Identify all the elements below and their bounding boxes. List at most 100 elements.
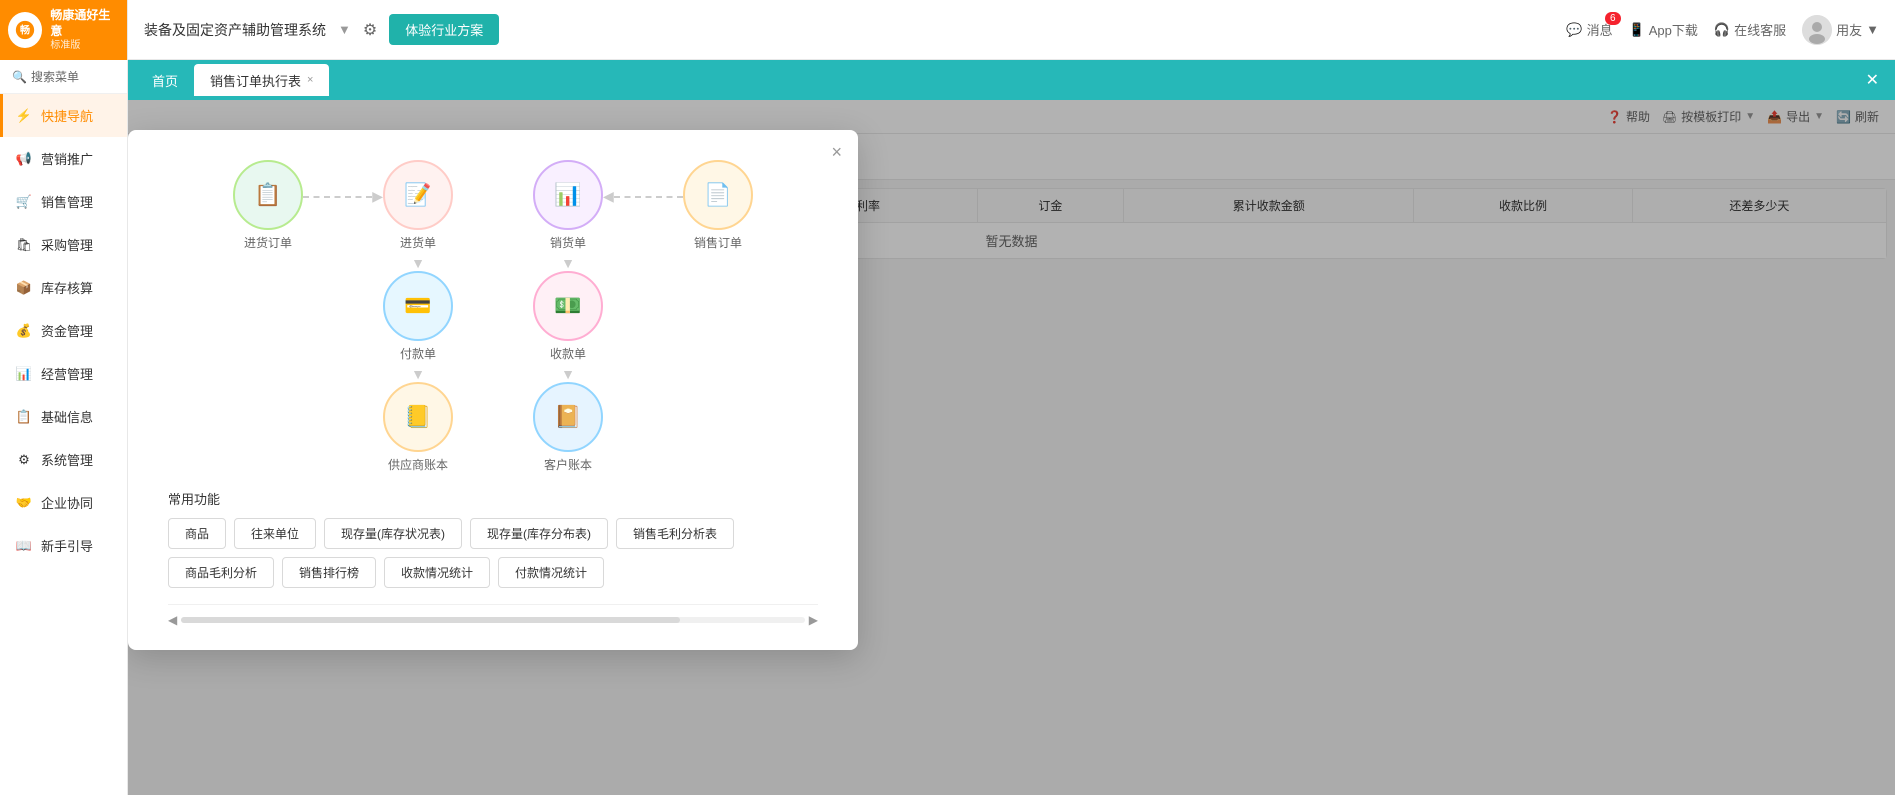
- sidebar-item-quick-nav[interactable]: ⚡ 快捷导航: [0, 94, 127, 137]
- payment-node: 💳 付款单: [383, 271, 453, 362]
- scroll-left[interactable]: ◀: [168, 613, 177, 627]
- content-area: ❓ 帮助 🖨 按模板打印 ▼ 📤 导出 ▼ 🔄 刷新: [128, 100, 1895, 795]
- flow-arrow-row2: ▼ ▼: [168, 366, 818, 382]
- func-btn-goods-margin[interactable]: 商品毛利分析: [168, 557, 274, 588]
- sidebar-item-operations[interactable]: 📊 经营管理: [0, 352, 127, 395]
- func-btn-payment-stats[interactable]: 付款情况统计: [498, 557, 604, 588]
- service-icon: 🎧: [1714, 22, 1730, 38]
- func-btn-receipt-stats[interactable]: 收款情况统计: [384, 557, 490, 588]
- sidebar-item-finance[interactable]: 💰 资金管理: [0, 309, 127, 352]
- scroll-right[interactable]: ▶: [809, 613, 818, 627]
- supplier-ledger-icon: 📒: [383, 382, 453, 452]
- system-icon: ⚙: [15, 451, 33, 469]
- sidebar-item-sales[interactable]: 🛒 销售管理: [0, 180, 127, 223]
- modal-overlay[interactable]: × 📋 进货订单 ▶: [128, 100, 1895, 795]
- marketing-icon: 📢: [15, 150, 33, 168]
- sidebar-item-label: 经营管理: [41, 364, 93, 383]
- user-avatar: [1802, 15, 1832, 45]
- sidebar-item-marketing[interactable]: 📢 营销推广: [0, 137, 127, 180]
- user-dropdown-arrow: ▼: [1866, 22, 1879, 37]
- receipt-label: 收款单: [550, 345, 586, 362]
- tab-bar-close[interactable]: ✕: [1858, 70, 1887, 90]
- spacer-d: [603, 255, 683, 271]
- rec-down-arrow: ▼: [533, 366, 603, 382]
- flow-diagram: 📋 进货订单 ▶ 📝 进货单: [168, 160, 818, 473]
- common-funcs-title: 常用功能: [168, 489, 818, 508]
- sidebar-item-purchase[interactable]: 🛍 采购管理: [0, 223, 127, 266]
- purchase-icon: 🛍: [15, 236, 33, 254]
- spacer-o: [683, 366, 753, 382]
- purchase-order-node: 📋 进货订单: [233, 160, 303, 251]
- message-icon: 💬: [1566, 22, 1582, 38]
- customer-ledger-label: 客户账本: [544, 456, 592, 473]
- sidebar-item-label: 系统管理: [41, 450, 93, 469]
- message-button[interactable]: 💬 消息 6: [1566, 20, 1612, 39]
- finance-icon: 💰: [15, 322, 33, 340]
- purchase-bill-label: 进货单: [400, 234, 436, 251]
- try-button[interactable]: 体验行业方案: [389, 14, 499, 45]
- flow-top-row: 📋 进货订单 ▶ 📝 进货单: [168, 160, 818, 251]
- app-download-label: App下载: [1649, 20, 1698, 39]
- search-label: 搜索菜单: [31, 68, 79, 85]
- scrollbar-thumb[interactable]: [181, 617, 680, 623]
- logo-text: 畅康通好生意 标准版: [50, 8, 119, 52]
- sales-order-node: 📄 销售订单: [683, 160, 753, 251]
- spacer-k: [233, 366, 303, 382]
- func-btn-sales-margin[interactable]: 销售毛利分析表: [616, 518, 734, 549]
- purchase-order-icon: 📋: [233, 160, 303, 230]
- spacer-c: [453, 255, 533, 271]
- arrow-so-sb: ◀: [603, 188, 683, 205]
- func-btn-sales-rank[interactable]: 销售排行榜: [282, 557, 376, 588]
- sidebar-item-label: 销售管理: [41, 192, 93, 211]
- flow-bot-row: 📒 供应商账本 📔 客户账本: [168, 382, 818, 473]
- arrow-po-pb: ▶: [303, 188, 383, 205]
- sidebar-search[interactable]: 🔍 搜索菜单: [0, 60, 127, 94]
- sidebar-item-label: 采购管理: [41, 235, 93, 254]
- func-btn-stock-dist[interactable]: 现存量(库存分布表): [470, 518, 608, 549]
- app-download-button[interactable]: 📱 App下载: [1629, 20, 1698, 39]
- online-service-button[interactable]: 🎧 在线客服: [1714, 20, 1786, 39]
- sales-bill-node: 📊 销货单: [533, 160, 603, 251]
- flow-modal: × 📋 进货订单 ▶: [128, 130, 858, 650]
- app-icon: 📱: [1629, 22, 1645, 38]
- flow-mid-row: 💳 付款单 💵 收款单: [168, 271, 818, 362]
- func-btn-counterparty[interactable]: 往来单位: [234, 518, 316, 549]
- modal-close-button[interactable]: ×: [831, 142, 842, 163]
- receipt-icon: 💵: [533, 271, 603, 341]
- dropdown-arrow[interactable]: ▼: [338, 22, 351, 37]
- operations-icon: 📊: [15, 365, 33, 383]
- tab-home[interactable]: 首页: [136, 64, 194, 96]
- sales-bill-icon: 📊: [533, 160, 603, 230]
- sidebar-item-label: 基础信息: [41, 407, 93, 426]
- sidebar-item-inventory[interactable]: 📦 库存核算: [0, 266, 127, 309]
- tab-sales-order-label: 销售订单执行表: [210, 71, 301, 90]
- top-header: 装备及固定资产辅助管理系统 ▼ ⚙ 体验行业方案 💬 消息 6 📱 App下载 …: [128, 0, 1895, 60]
- sidebar-item-basic-info[interactable]: 📋 基础信息: [0, 395, 127, 438]
- sidebar-item-label: 快捷导航: [41, 106, 93, 125]
- sidebar-item-label: 企业协同: [41, 493, 93, 512]
- sidebar-item-guide[interactable]: 📖 新手引导: [0, 524, 127, 567]
- quick-nav-icon: ⚡: [15, 107, 33, 125]
- spacer-b: [303, 255, 383, 271]
- func-btn-goods[interactable]: 商品: [168, 518, 226, 549]
- tab-home-label: 首页: [152, 71, 178, 90]
- tab-sales-order[interactable]: 销售订单执行表 ×: [194, 64, 329, 96]
- modal-scrollbar: ◀ ▶: [168, 604, 818, 627]
- tab-close-icon[interactable]: ×: [307, 74, 313, 86]
- func-btn-stock-status[interactable]: 现存量(库存状况表): [324, 518, 462, 549]
- pb-down-arrow: ▼: [383, 255, 453, 271]
- gear-settings[interactable]: ⚙: [363, 20, 377, 40]
- sidebar-item-system[interactable]: ⚙ 系统管理: [0, 438, 127, 481]
- enterprise-icon: 🤝: [15, 494, 33, 512]
- scrollbar-track[interactable]: [181, 617, 805, 623]
- sidebar-item-enterprise[interactable]: 🤝 企业协同: [0, 481, 127, 524]
- sb-down-arrow: ▼: [533, 255, 603, 271]
- sidebar-item-label: 营销推广: [41, 149, 93, 168]
- common-functions: 常用功能 商品 往来单位 现存量(库存状况表) 现存量(库存分布表) 销售毛利分…: [168, 489, 818, 588]
- user-menu[interactable]: 用友 ▼: [1802, 15, 1879, 45]
- user-name: 用友: [1836, 20, 1862, 39]
- customer-ledger-node: 📔 客户账本: [533, 382, 603, 473]
- spacer-m: [453, 366, 533, 382]
- flow-arrow-row1: ▼ ▼: [168, 255, 818, 271]
- main-area: 装备及固定资产辅助管理系统 ▼ ⚙ 体验行业方案 💬 消息 6 📱 App下载 …: [128, 0, 1895, 795]
